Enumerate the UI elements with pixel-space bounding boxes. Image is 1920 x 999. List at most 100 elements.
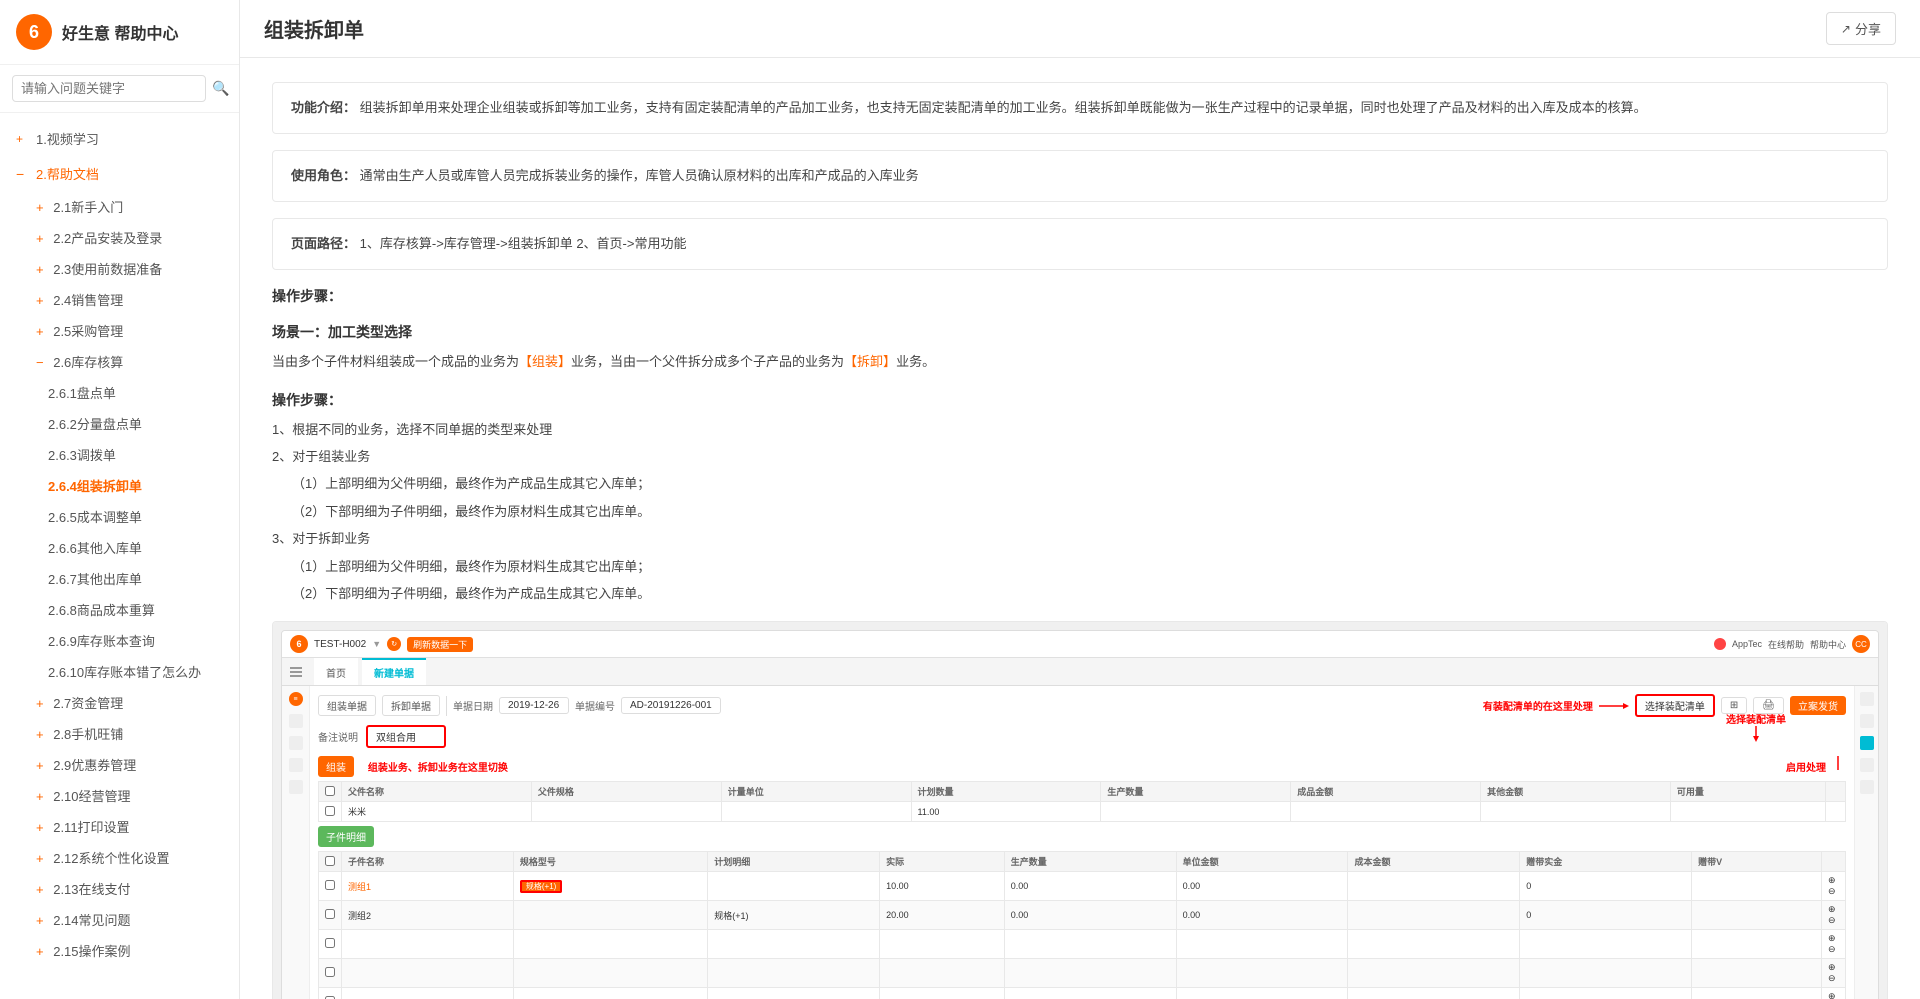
path-box: 页面路径： 1、库存核算->库存管理->组装拆卸单 2、首页->常用功能	[272, 218, 1888, 270]
mockup-sidebar-toggle	[290, 661, 302, 683]
mockup-child-checkbox-4[interactable]	[325, 967, 335, 977]
sidebar-item-docs-2610[interactable]: 2.6.10库存账本错了怎么办	[0, 656, 239, 687]
mockup-child-name-2: 测组2	[342, 901, 514, 930]
mockup-assembly-annotation: 组装业务、拆卸业务在这里切换	[368, 763, 508, 774]
mockup-child-plan-2: 规格(+1)	[708, 901, 880, 930]
mockup-child-qty-2: 0.00	[1004, 901, 1176, 930]
mockup-col-parent-spec: 父件规格	[531, 782, 721, 802]
sidebar-item-docs-29[interactable]: + 2.9优惠券管理	[0, 749, 239, 780]
scene-desc: 当由多个子件材料组装成一个成品的业务为【组装】业务，当由一个父件拆分成多个子产品…	[272, 350, 1888, 373]
sidebar-item-docs-22[interactable]: + 2.2产品安装及登录	[0, 222, 239, 253]
sidebar-item-docs-21[interactable]: + 2.1新手入门	[0, 191, 239, 222]
mockup-child-row-5: ⊕ ⊖	[319, 988, 1846, 999]
sidebar-child-plus: +	[36, 882, 44, 897]
mockup-child-actual-2: 20.00	[880, 901, 1005, 930]
sidebar-item-docs-266[interactable]: 2.6.6其他入库单	[0, 532, 239, 563]
mockup-child-col-spec: 规格型号	[513, 852, 707, 872]
sidebar-item-docs-24[interactable]: + 2.4销售管理	[0, 284, 239, 315]
mockup-arrow-svg	[1599, 700, 1629, 712]
mockup-child-checkbox-2[interactable]	[325, 909, 335, 919]
sidebar-item-docs-269[interactable]: 2.6.9库存账本查询	[0, 625, 239, 656]
mockup-child-col-v: 赠带V	[1692, 852, 1822, 872]
sidebar-item-docs-262[interactable]: 2.6.2分量盘点单	[0, 408, 239, 439]
sidebar-item-video[interactable]: + 1.视频学习	[0, 121, 239, 156]
sidebar-child-plus: +	[36, 324, 44, 339]
mockup-help-btn: 在线帮助	[1768, 638, 1804, 651]
sidebar-item-docs-267[interactable]: 2.6.7其他出库单	[0, 563, 239, 594]
sidebar-child-plus: +	[36, 820, 44, 835]
sidebar-item-docs-213[interactable]: + 2.13在线支付	[0, 873, 239, 904]
mockup-refresh-btn: 刷新数据一下	[407, 637, 473, 652]
scene-title: 场景一：加工类型选择	[272, 322, 1888, 342]
mockup-section-label: 组装	[318, 756, 354, 777]
sidebar-child-plus: +	[36, 262, 44, 277]
search-box: 🔍	[0, 65, 239, 113]
mockup-child-col-act	[1822, 852, 1846, 872]
mockup-tabbar: 首页 新建单据	[282, 658, 1878, 686]
sidebar-item-docs-261[interactable]: 2.6.1盘点单	[0, 377, 239, 408]
sidebar-item-docs-215[interactable]: + 2.15操作案例	[0, 935, 239, 966]
mockup-process-note: 启用处理	[1786, 759, 1826, 774]
sidebar-item-docs-210[interactable]: + 2.10经营管理	[0, 780, 239, 811]
search-input[interactable]	[12, 75, 206, 102]
mockup-child-checkbox-1[interactable]	[325, 880, 335, 890]
sidebar-item-docs-25[interactable]: + 2.5采购管理	[0, 315, 239, 346]
mockup-col-produce: 生产数量	[1101, 782, 1291, 802]
mockup-icon-3	[289, 736, 303, 750]
sidebar-item-docs-212[interactable]: + 2.12系统个性化设置	[0, 842, 239, 873]
sidebar-item-docs-23[interactable]: + 2.3使用前数据准备	[0, 253, 239, 284]
mockup-form-area: 组装单据 拆卸单据 单据日期 2019-12-26 单据编号 AD-201912…	[310, 686, 1854, 999]
mockup-logo: 6	[290, 635, 308, 653]
mockup-child-row-4: ⊕ ⊖	[319, 959, 1846, 988]
sidebar-child-plus: +	[36, 789, 44, 804]
sidebar-item-docs[interactable]: − 2.帮助文档	[0, 156, 239, 191]
mockup-content-wrapper: ≡ 组装单据 拆卸单据	[282, 686, 1878, 999]
mockup-right-icon-bar	[1854, 686, 1878, 999]
mockup-child-spec-1: 规格(+1)	[513, 872, 707, 901]
mockup-child-col-plan-detail: 计划明细	[708, 852, 880, 872]
mockup-child-table-wrapper: 子件名称 规格型号 计划明细 实际 生产数量 单位金额 成本金额 赠带实金	[318, 851, 1846, 999]
sidebar-item-docs-211[interactable]: + 2.11打印设置	[0, 811, 239, 842]
mockup-right-icon-2	[1860, 714, 1874, 728]
sidebar-item-docs-28[interactable]: + 2.8手机旺铺	[0, 718, 239, 749]
role-label: 使用角色：	[291, 168, 356, 183]
mockup-child-col-qty: 生产数量	[1004, 852, 1176, 872]
sidebar-item-docs-265[interactable]: 2.6.5成本调整单	[0, 501, 239, 532]
mockup-child-actual-1: 10.00	[880, 872, 1005, 901]
sidebar-item-docs-264[interactable]: 2.6.4组装拆卸单	[0, 470, 239, 501]
mockup-remark-row: 备注说明 双组合用 选择装配清单	[318, 725, 1846, 748]
mockup-child-unit-1: 0.00	[1176, 872, 1348, 901]
main-area: 组装拆卸单 ↗ 分享 功能介绍： 组装拆卸单用来处理企业组装或拆卸等加工业务，支…	[240, 0, 1920, 999]
share-button[interactable]: ↗ 分享	[1826, 12, 1896, 45]
mockup-row-checkbox[interactable]	[325, 806, 335, 816]
sidebar-child-plus: +	[36, 200, 44, 215]
step-3: 3、对于拆卸业务	[272, 527, 1888, 550]
mockup-section-row: 组装 组装业务、拆卸业务在这里切换 启用处理	[318, 756, 1846, 777]
sidebar-item-docs-27[interactable]: + 2.7资金管理	[0, 687, 239, 718]
mockup-child-row-3: ⊕ ⊖	[319, 930, 1846, 959]
mockup-child-checkbox-3[interactable]	[325, 938, 335, 948]
mockup-col-unit: 计量单位	[721, 782, 911, 802]
mockup-icon-1: ≡	[289, 692, 303, 706]
mockup-checkbox[interactable]	[325, 786, 335, 796]
mockup-child-name-1: 测组1	[342, 872, 514, 901]
search-button[interactable]: 🔍	[212, 80, 229, 97]
sidebar-child-plus: +	[36, 231, 44, 246]
sidebar-item-docs-268[interactable]: 2.6.8商品成本重算	[0, 594, 239, 625]
step-list: 1、根据不同的业务，选择不同单据的类型来处理 2、对于组装业务 （1）上部明细为…	[272, 418, 1888, 606]
sidebar-item-docs-263[interactable]: 2.6.3调拨单	[0, 439, 239, 470]
mockup-child-all-checkbox[interactable]	[325, 856, 335, 866]
mockup-parent-spec-1	[531, 802, 721, 822]
mockup-btn-type2: 拆卸单据	[382, 695, 440, 716]
mockup-parent-row-1: 米米 11.00	[319, 802, 1846, 822]
mockup-notif	[1714, 638, 1726, 650]
nav-item-video: + 1.视频学习	[0, 121, 239, 156]
content-area: 功能介绍： 组装拆卸单用来处理企业组装或拆卸等加工业务，支持有固定装配清单的产品…	[240, 58, 1920, 999]
mockup-select-btn: 选择装配清单	[1635, 694, 1715, 717]
mockup-no-value: AD-20191226-001	[621, 697, 721, 714]
mockup-remark-value: 双组合用	[366, 725, 446, 748]
sidebar-item-docs-26[interactable]: − 2.6库存核算	[0, 346, 239, 377]
sidebar-child-plus: +	[36, 758, 44, 773]
sidebar-item-docs-214[interactable]: + 2.14常见问题	[0, 904, 239, 935]
intro-text: 组装拆卸单用来处理企业组装或拆卸等加工业务，支持有固定装配清单的产品加工业务，也…	[360, 100, 1647, 115]
